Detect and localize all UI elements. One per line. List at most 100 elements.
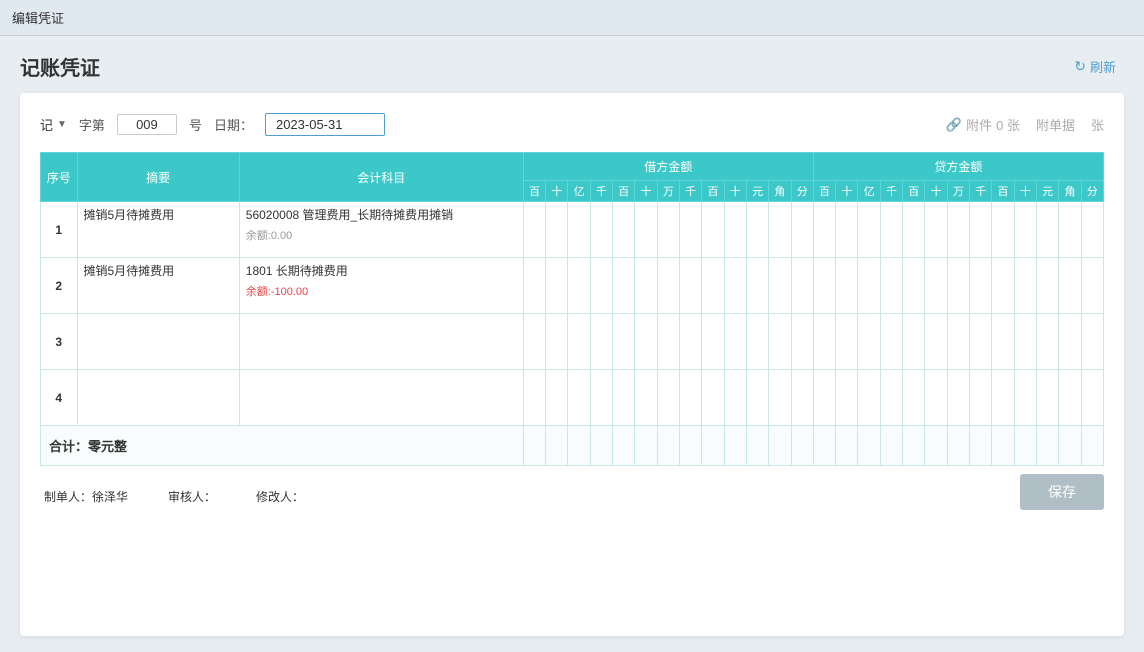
row1-c10[interactable] [1014,202,1036,258]
refresh-button[interactable]: ↻ 刷新 [1066,53,1124,80]
credit-shi: 十 [836,181,858,202]
total-row: 合计：零元整 [41,426,1104,466]
row2-c7[interactable] [947,258,969,314]
refresh-icon: ↻ [1074,58,1086,75]
row1-d8[interactable] [679,202,701,258]
row1-d2[interactable] [546,202,568,258]
row1-d3[interactable] [568,202,590,258]
row2-c11[interactable] [1036,258,1058,314]
row1-account[interactable]: 56020008 管理费用_长期待摊费用摊销 余额:0.00 [239,202,523,258]
row2-d7[interactable] [657,258,679,314]
row2-c13[interactable] [1081,258,1103,314]
voucher-header: 记 ▼ 字第 号 日期： 🔗 附件 0 张 附单据 [40,113,1104,136]
chevron-down-icon: ▼ [57,119,67,130]
row1-d13[interactable] [791,202,813,258]
row2-d13[interactable] [791,258,813,314]
row2-c5[interactable] [903,258,925,314]
refresh-label: 刷新 [1090,57,1116,76]
row4-summary[interactable] [77,370,239,426]
credit-qian3: 千 [970,181,992,202]
row2-d3[interactable] [568,258,590,314]
row1-c6[interactable] [925,202,947,258]
row1-c7[interactable] [947,202,969,258]
row1-summary[interactable]: 摊销5月待摊费用 [77,202,239,258]
row2-c4[interactable] [880,258,902,314]
row1-c13[interactable] [1081,202,1103,258]
row2-account[interactable]: 1801 长期待摊费用 余额:-100.00 [239,258,523,314]
row2-d6[interactable] [635,258,657,314]
row1-d5[interactable] [613,202,635,258]
row1-c2[interactable] [836,202,858,258]
row2-d1[interactable] [523,258,545,314]
row2-c9[interactable] [992,258,1014,314]
row2-balance: 余额:-100.00 [246,283,517,299]
row1-d12[interactable] [769,202,791,258]
row1-d9[interactable] [702,202,724,258]
row2-d8[interactable] [679,258,701,314]
row2-d2[interactable] [546,258,568,314]
voucher-number-input[interactable] [117,114,177,135]
debit-bai: 百 [523,181,545,202]
row1-c9[interactable] [992,202,1014,258]
row2-c6[interactable] [925,258,947,314]
single-doc-button[interactable]: 附单据 [1036,115,1075,134]
table-row: 2 摊销5月待摊费用 1801 长期待摊费用 余额:-100.00 [41,258,1104,314]
row3-seq: 3 [41,314,78,370]
credit-bai: 百 [813,181,835,202]
row2-seq: 2 [41,258,78,314]
debit-bai2: 百 [613,181,635,202]
credit-bai3: 百 [992,181,1014,202]
row1-d11[interactable] [746,202,768,258]
row2-d12[interactable] [769,258,791,314]
row2-c3[interactable] [858,258,880,314]
page-title: 记账凭证 [20,52,100,81]
total-value: 零元整 [88,439,127,454]
row1-d1[interactable] [523,202,545,258]
save-button[interactable]: 保存 [1020,474,1104,510]
page-header: 记账凭证 ↻ 刷新 [20,52,1124,81]
debit-bai3: 百 [702,181,724,202]
row4-account[interactable] [239,370,523,426]
row1-seq: 1 [41,202,78,258]
row1-c3[interactable] [858,202,880,258]
credit-wan: 万 [947,181,969,202]
row1-c12[interactable] [1059,202,1081,258]
row1-d4[interactable] [590,202,612,258]
row2-c2[interactable] [836,258,858,314]
row2-d4[interactable] [590,258,612,314]
row2-summary[interactable]: 摊销5月待摊费用 [77,258,239,314]
total-label: 合计： [49,439,88,454]
row2-d9[interactable] [702,258,724,314]
row2-c1[interactable] [813,258,835,314]
row1-d10[interactable] [724,202,746,258]
account-header: 会计科目 [239,153,523,202]
credit-bai2: 百 [903,181,925,202]
row1-c8[interactable] [970,202,992,258]
date-input[interactable] [265,113,385,136]
row2-d10[interactable] [724,258,746,314]
type-dropdown-button[interactable]: ▼ [57,119,67,130]
footer-fields: 制单人：徐泽华 审核人： 修改人： [40,476,308,509]
row1-d7[interactable] [657,202,679,258]
credit-shi2: 十 [925,181,947,202]
row4-seq: 4 [41,370,78,426]
table-row: 3 [41,314,1104,370]
row1-c5[interactable] [903,202,925,258]
debit-qian3: 千 [679,181,701,202]
attachment-icon: 🔗 [946,117,962,133]
table-row: 1 摊销5月待摊费用 56020008 管理费用_长期待摊费用摊销 余额:0.0… [41,202,1104,258]
row3-account[interactable] [239,314,523,370]
row2-c12[interactable] [1059,258,1081,314]
attachment-button[interactable]: 🔗 附件 0 张 [946,115,1020,134]
row1-d6[interactable] [635,202,657,258]
debit-wan: 万 [657,181,679,202]
row1-c4[interactable] [880,202,902,258]
row2-d11[interactable] [746,258,768,314]
row2-c10[interactable] [1014,258,1036,314]
row2-c8[interactable] [970,258,992,314]
row1-c1[interactable] [813,202,835,258]
row1-c11[interactable] [1036,202,1058,258]
row2-d5[interactable] [613,258,635,314]
row3-summary[interactable] [77,314,239,370]
attachment-label: 附件 [966,115,992,134]
